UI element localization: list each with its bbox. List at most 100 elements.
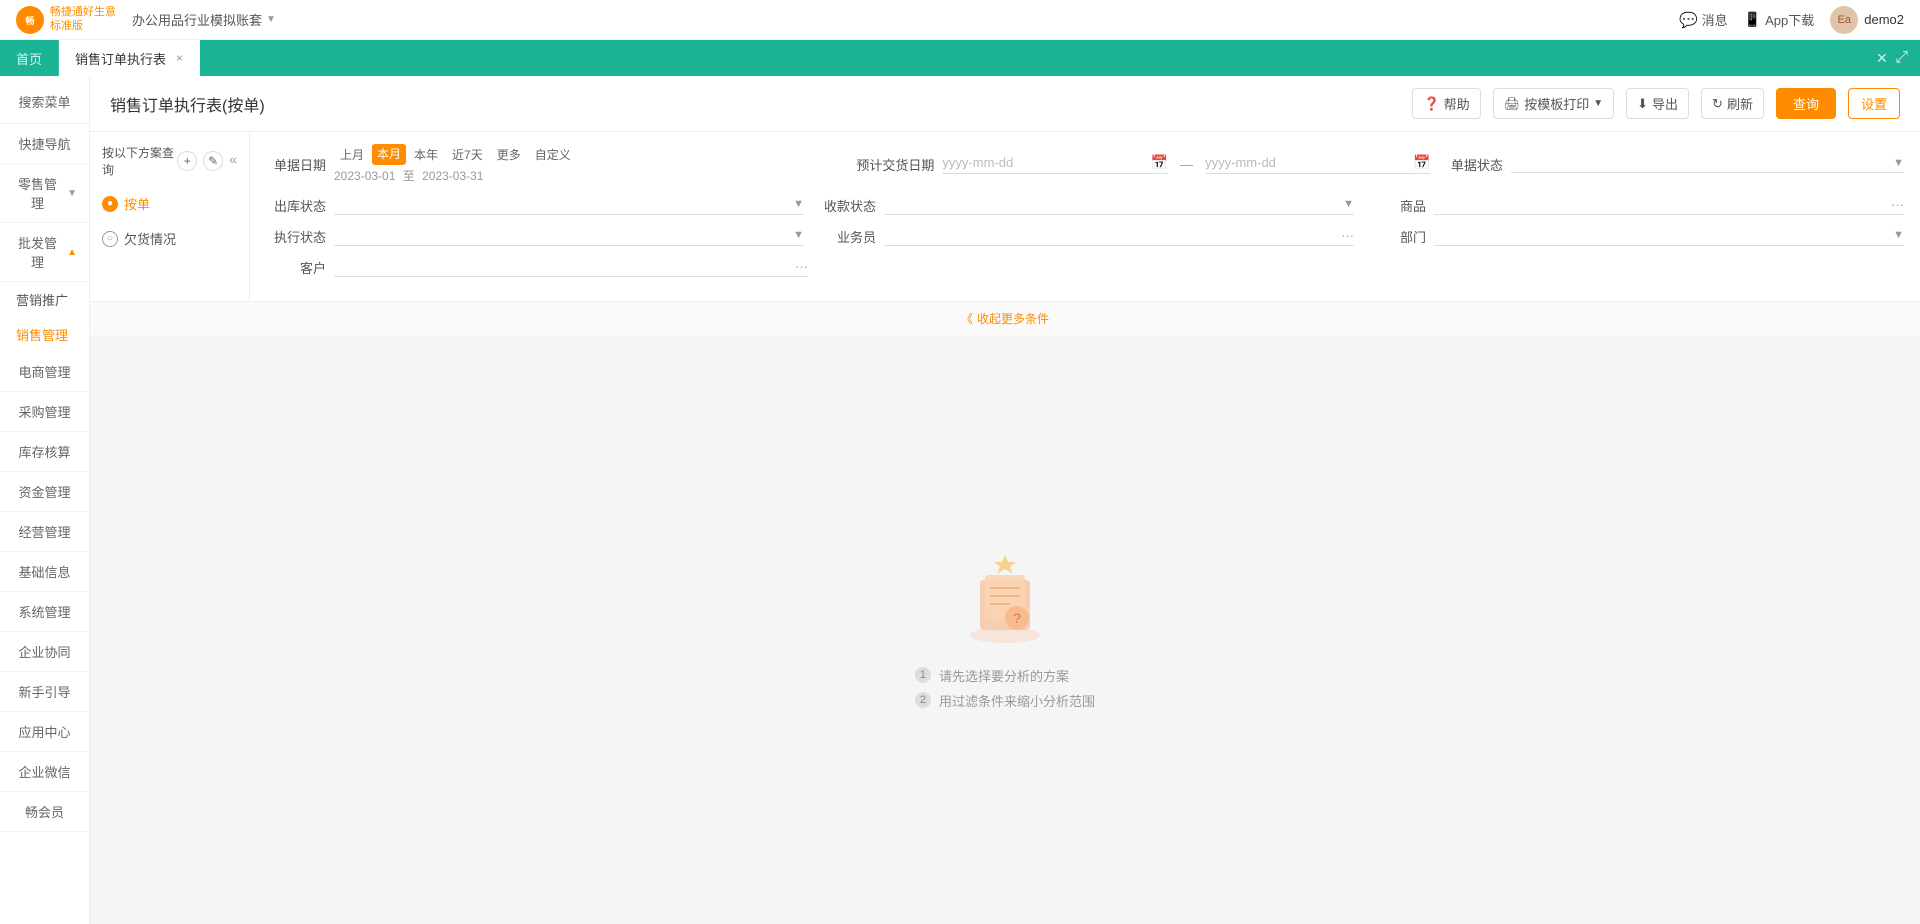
date-tab-custom[interactable]: 自定义 — [529, 144, 577, 165]
user-name[interactable]: demo2 — [1864, 12, 1904, 27]
payment-chevron-icon[interactable]: ▼ — [1343, 198, 1354, 210]
header-right: 💬 消息 📱 App下载 Ea demo2 — [1679, 6, 1904, 34]
page-header-actions: ❓ 帮助 🖨 按模板打印 ▼ ⬇ 导出 ↻ 刷新 查询 设置 — [1412, 88, 1900, 119]
sidebar-item-finance[interactable]: 资金管理 — [0, 472, 89, 512]
payment-status-input[interactable] — [884, 197, 1339, 212]
message-action[interactable]: 💬 消息 — [1679, 10, 1728, 29]
goods-input-group: ··· — [1434, 197, 1904, 215]
scheme-item-按单[interactable]: ● 按单 — [90, 186, 249, 221]
settings-button[interactable]: 设置 — [1848, 88, 1900, 119]
message-icon: 💬 — [1679, 11, 1698, 29]
exec-status-chevron-icon[interactable]: ▼ — [793, 229, 804, 241]
sidebar-item-wholesale[interactable]: 批发管理 ▲ — [0, 223, 89, 282]
top-header: 畅 畅捷通好生意 标准版 办公用品行业模拟账套 ▼ 💬 消息 📱 App下载 E… — [0, 0, 1920, 40]
exec-status-input[interactable] — [334, 228, 789, 243]
date-tab-current-month[interactable]: 本月 — [372, 144, 406, 165]
sidebar-item-retail[interactable]: 零售管理 ▼ — [0, 164, 89, 223]
expected-date-start-input[interactable] — [942, 155, 1146, 170]
app-download-action[interactable]: 📱 App下载 — [1744, 10, 1815, 29]
close-window-icon[interactable]: × — [1877, 49, 1888, 67]
sidebar-item-inventory[interactable]: 库存核算 — [0, 432, 89, 472]
header-left: 畅 畅捷通好生意 标准版 办公用品行业模拟账套 ▼ — [16, 6, 284, 34]
dept-label: 部门 — [1366, 227, 1426, 246]
export-button[interactable]: ⬇ 导出 — [1626, 88, 1689, 119]
print-button[interactable]: 🖨 按模板打印 ▼ — [1493, 88, 1614, 119]
sidebar-sub-marketing[interactable]: 营销推广 — [0, 282, 89, 317]
system-dropdown[interactable]: 办公用品行业模拟账套 ▼ — [124, 6, 284, 33]
filter-field-payment-status: 收款状态 ▼ — [816, 196, 1354, 215]
date-dash: — — [1180, 157, 1193, 172]
tab-home[interactable]: 首页 — [0, 40, 59, 76]
collapse-conditions-button[interactable]: 《 收起更多条件 — [90, 301, 1920, 335]
sidebar-item-quick-nav[interactable]: 快捷导航 — [0, 124, 89, 164]
logo-icon: 畅 — [16, 6, 44, 34]
sidebar-item-system[interactable]: 系统管理 — [0, 592, 89, 632]
filter-field-status: 单据状态 ▼ — [1443, 155, 1904, 174]
salesperson-more-button[interactable]: ··· — [1341, 228, 1354, 243]
date-tab-last-month[interactable]: 上月 — [334, 144, 370, 165]
filter-row-1: 单据日期 上月 本月 本年 近7天 更多 自定义 — [266, 144, 1904, 184]
status-chevron-icon[interactable]: ▼ — [1893, 157, 1904, 169]
main-layout: 搜索菜单 快捷导航 零售管理 ▼ 批发管理 ▲ 营销推广 销售管理 电商管理 采… — [0, 76, 1920, 924]
empty-state-tips: 1 请先选择要分析的方案 2 用过滤条件来缩小分析范围 — [915, 666, 1095, 710]
query-button[interactable]: 查询 — [1776, 88, 1836, 119]
tab-sales-exec[interactable]: 销售订单执行表 × — [59, 40, 200, 76]
scheme-item-欠货情况[interactable]: ○ 欠货情况 — [90, 221, 249, 256]
empty-tip-1: 1 请先选择要分析的方案 — [915, 666, 1095, 685]
tab-actions: × ⤢ — [1865, 40, 1920, 76]
help-button[interactable]: ❓ 帮助 — [1412, 88, 1480, 119]
maximize-icon[interactable]: ⤢ — [1895, 50, 1908, 66]
sidebar-sub-sales[interactable]: 销售管理 — [0, 317, 89, 352]
sidebar-item-ops[interactable]: 经营管理 — [0, 512, 89, 552]
sidebar-item-ecommerce[interactable]: 电商管理 — [0, 352, 89, 392]
refresh-button[interactable]: ↻ 刷新 — [1701, 88, 1764, 119]
expected-date-end-input[interactable] — [1205, 155, 1409, 170]
customer-more-button[interactable]: ··· — [795, 259, 808, 274]
goods-input[interactable] — [1434, 197, 1887, 212]
collapse-icon: 《 — [961, 310, 973, 327]
logo-text: 畅捷通好生意 标准版 — [50, 6, 116, 32]
search-menu-button[interactable]: 搜索菜单 — [8, 86, 81, 117]
status-label: 单据状态 — [1443, 155, 1503, 174]
dept-chevron-icon[interactable]: ▼ — [1893, 229, 1904, 241]
sidebar-item-basic[interactable]: 基础信息 — [0, 552, 89, 592]
date-tab-current-year[interactable]: 本年 — [408, 144, 444, 165]
sidebar-search-area: 搜索菜单 — [0, 76, 89, 124]
sidebar-item-vip[interactable]: 畅会员 — [0, 792, 89, 832]
customer-label: 客户 — [266, 258, 326, 277]
chevron-down-icon: ▼ — [67, 188, 77, 199]
filter-row-4: 客户 ··· — [266, 258, 1904, 277]
sidebar-item-newbie[interactable]: 新手引导 — [0, 672, 89, 712]
dept-input[interactable] — [1434, 228, 1889, 243]
sidebar-item-enterprise-wechat[interactable]: 企业微信 — [0, 752, 89, 792]
print-arrow-icon: ▼ — [1593, 98, 1603, 109]
tab-close-icon[interactable]: × — [176, 51, 183, 65]
user-avatar: Ea — [1830, 6, 1858, 34]
date-tab-more[interactable]: 更多 — [491, 144, 527, 165]
collapse-schemes-button[interactable]: « — [229, 151, 237, 171]
calendar-end-icon[interactable]: 📅 — [1413, 154, 1430, 171]
add-scheme-button[interactable]: + — [177, 151, 197, 171]
date-tabs: 上月 本月 本年 近7天 更多 自定义 — [334, 144, 842, 165]
date-tab-last-7days[interactable]: 近7天 — [446, 144, 489, 165]
salesperson-label: 业务员 — [816, 227, 876, 246]
out-status-input[interactable] — [334, 197, 789, 212]
salesperson-input[interactable] — [884, 228, 1337, 243]
goods-more-button[interactable]: ··· — [1891, 197, 1904, 212]
out-status-chevron-icon[interactable]: ▼ — [793, 198, 804, 210]
edit-scheme-button[interactable]: ✎ — [203, 151, 223, 171]
exec-status-select-group: ▼ — [334, 228, 804, 246]
calendar-start-icon[interactable]: 📅 — [1151, 154, 1168, 171]
customer-input[interactable] — [334, 259, 791, 274]
status-input[interactable] — [1511, 155, 1889, 170]
logo-area: 畅 畅捷通好生意 标准版 — [16, 6, 116, 34]
sidebar-item-purchase[interactable]: 采购管理 — [0, 392, 89, 432]
user-area[interactable]: Ea demo2 — [1830, 6, 1904, 34]
out-status-label: 出库状态 — [266, 196, 326, 215]
filter-content: 单据日期 上月 本月 本年 近7天 更多 自定义 — [250, 132, 1920, 301]
tip-num-1: 1 — [915, 667, 931, 683]
svg-text:畅: 畅 — [25, 15, 34, 26]
sidebar-item-app-center[interactable]: 应用中心 — [0, 712, 89, 752]
sidebar-item-enterprise-coop[interactable]: 企业协同 — [0, 632, 89, 672]
payment-status-label: 收款状态 — [816, 196, 876, 215]
